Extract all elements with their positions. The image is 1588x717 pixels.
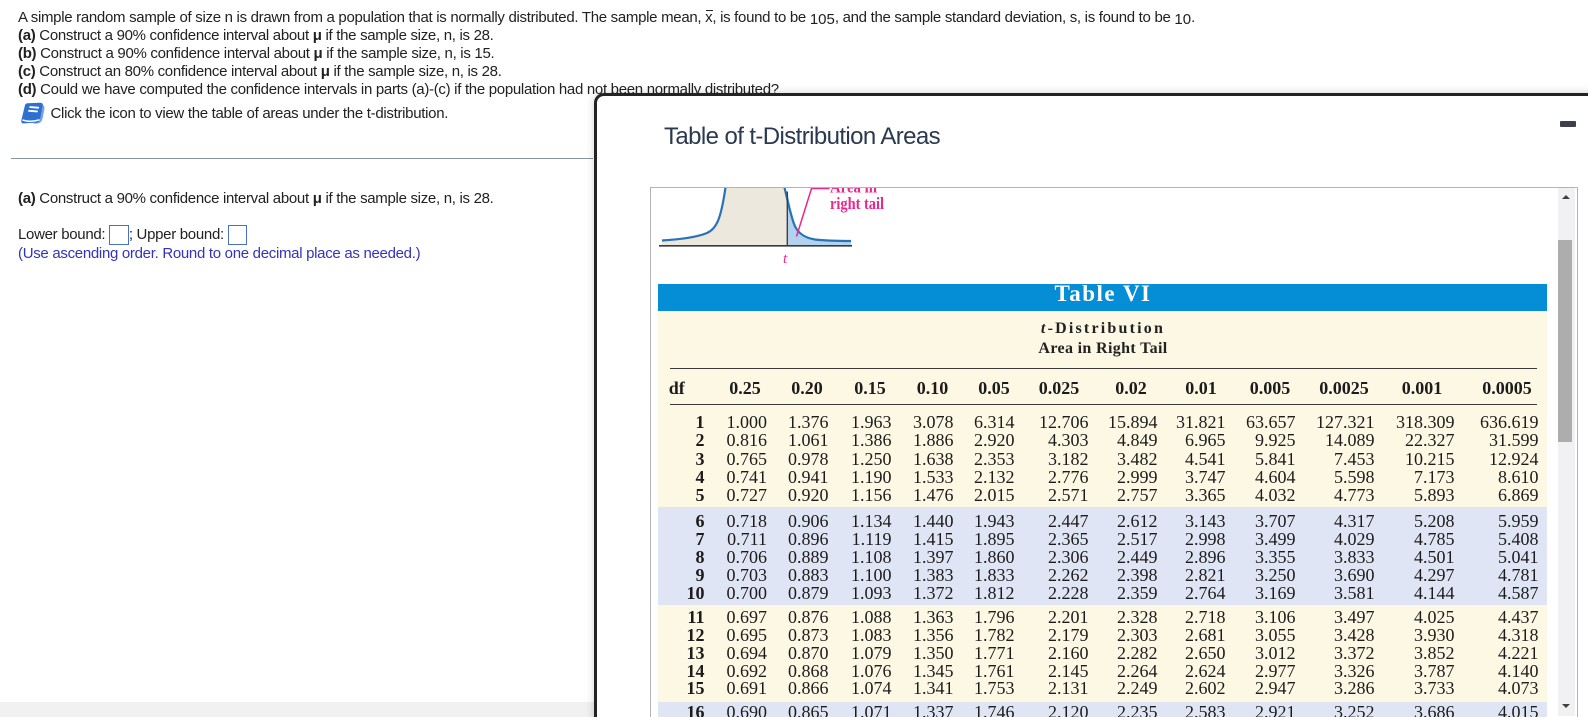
svg-text:right tail: right tail xyxy=(830,194,884,213)
svg-text:t: t xyxy=(783,251,788,267)
